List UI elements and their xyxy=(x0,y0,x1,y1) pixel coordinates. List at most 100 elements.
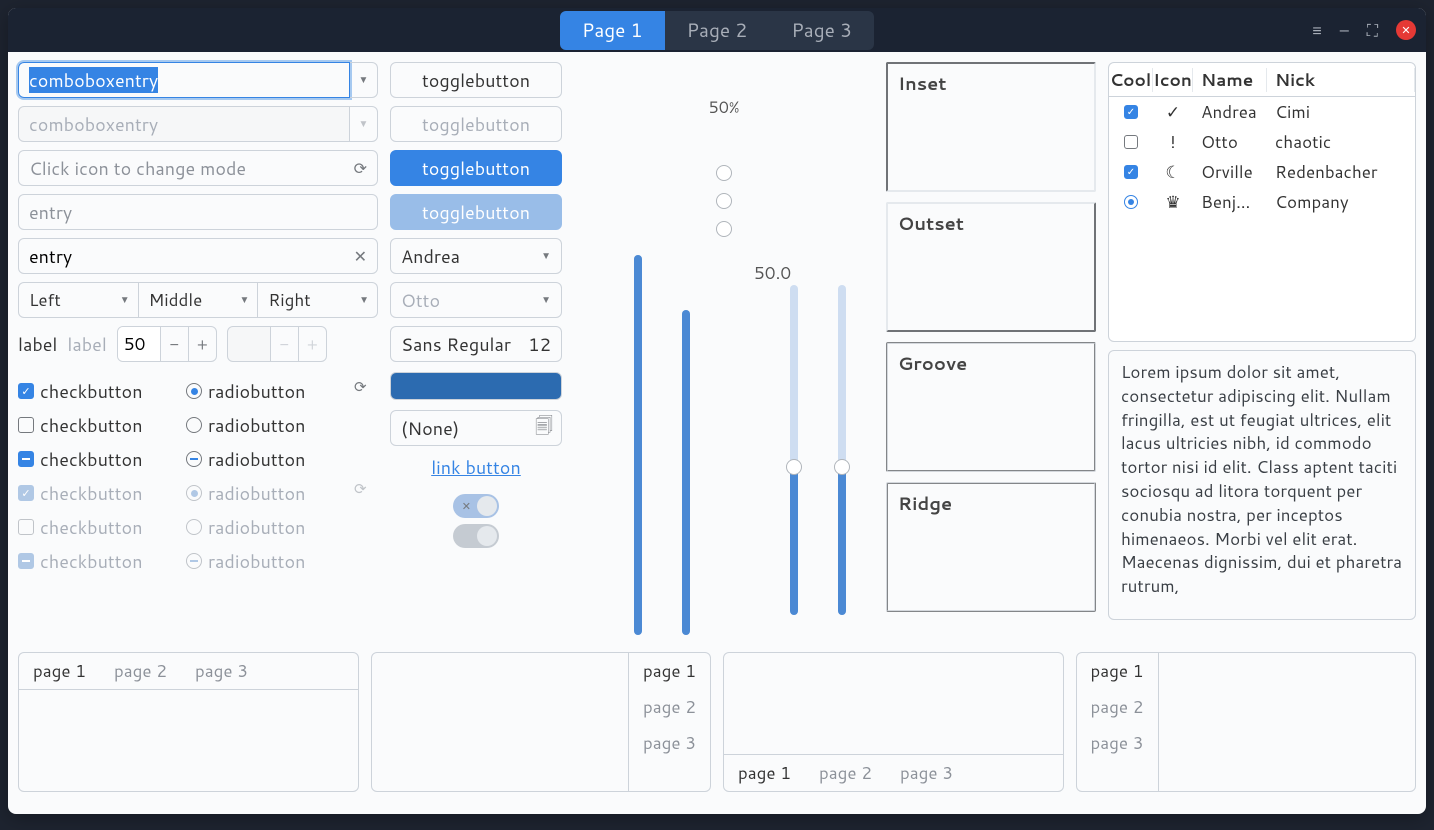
checkbutton-unchecked-disabled: checkbutton xyxy=(18,512,176,542)
frame-groove: Groove xyxy=(886,342,1096,472)
nb-tab[interactable]: page 3 xyxy=(886,755,967,791)
seg-middle[interactable]: Middle▼ xyxy=(139,282,259,318)
nb-tab[interactable]: page 1 xyxy=(629,653,710,689)
chevron-down-icon: ▼ xyxy=(359,293,369,307)
frame-inset: Inset xyxy=(886,62,1096,192)
radiobutton-dash-disabled: radiobutton xyxy=(186,546,344,576)
notebook-left-tabs: page 1 page 2 page 3 xyxy=(1076,652,1417,792)
switch-off[interactable]: ✕ xyxy=(453,524,499,548)
entry-input[interactable] xyxy=(29,199,367,225)
mode-entry[interactable]: ⟳ xyxy=(18,150,378,186)
spin-plus: + xyxy=(298,327,326,361)
entry-placeholder[interactable] xyxy=(18,194,378,230)
spinbutton[interactable]: − + xyxy=(117,326,217,362)
vslider-1[interactable] xyxy=(634,255,642,635)
comboboxentry-focused[interactable]: ▼ xyxy=(18,62,378,98)
spin-minus: − xyxy=(270,327,298,361)
nb-tab[interactable]: page 3 xyxy=(181,653,262,689)
table-row[interactable]: ✓✓AndreaCimi xyxy=(1109,97,1415,127)
th-cool[interactable]: Cool xyxy=(1109,68,1153,92)
seg-right[interactable]: Right▼ xyxy=(258,282,378,318)
vslider-2[interactable] xyxy=(682,310,690,635)
sync-icon[interactable]: ⟳ xyxy=(354,376,378,406)
chevron-down-icon: ▼ xyxy=(120,293,130,307)
vslider-3[interactable] xyxy=(790,285,798,615)
file-chooser[interactable]: (None)🗐 xyxy=(390,410,562,446)
radiobutton-checked[interactable]: radiobutton xyxy=(186,376,344,406)
checkbutton-checked[interactable]: ✓checkbutton xyxy=(18,376,176,406)
seg-left[interactable]: Left▼ xyxy=(18,282,139,318)
entry-input-value[interactable] xyxy=(29,243,354,269)
nb-tab[interactable]: page 2 xyxy=(629,689,710,725)
combobox-input-disabled xyxy=(18,106,350,142)
th-nick[interactable]: Nick xyxy=(1267,68,1415,92)
segmented-dropdown[interactable]: Left▼ Middle▼ Right▼ xyxy=(18,282,378,318)
close-icon[interactable]: ✕ xyxy=(1396,20,1416,40)
nb-tab[interactable]: page 1 xyxy=(724,755,805,791)
checkbutton-checked-disabled: ✓checkbutton xyxy=(18,478,176,508)
sync-icon: ⟳ xyxy=(354,478,378,508)
chevron-down-icon: ▼ xyxy=(541,293,551,307)
textview[interactable]: Lorem ipsum dolor sit amet, consectetur … xyxy=(1108,350,1416,620)
frame-outset: Outset xyxy=(886,202,1096,332)
refresh-icon[interactable]: ⟳ xyxy=(354,157,367,180)
spin-plus[interactable]: + xyxy=(188,327,216,361)
minimize-icon[interactable]: – xyxy=(1340,19,1349,42)
togglebutton-active[interactable]: togglebutton xyxy=(390,150,562,186)
font-chooser[interactable]: Sans Regular12 xyxy=(390,326,562,362)
spinbutton-disabled: − + xyxy=(227,326,327,362)
titlebar: Page 1 Page 2 Page 3 ≡ – ⛶ ✕ xyxy=(8,8,1426,52)
radiobutton-dash[interactable]: radiobutton xyxy=(186,444,344,474)
radiobutton-unchecked[interactable]: radiobutton xyxy=(186,410,344,440)
vslider-4[interactable] xyxy=(838,285,846,615)
header-tabs: Page 1 Page 2 Page 3 xyxy=(560,11,874,50)
chevron-down-icon: ▼ xyxy=(239,293,249,307)
nb-tab[interactable]: page 2 xyxy=(805,755,886,791)
combobox-input[interactable] xyxy=(18,62,350,98)
nb-tab[interactable]: page 3 xyxy=(1077,725,1158,761)
label-disabled: label xyxy=(67,331,106,357)
dropdown-otto: Otto▼ xyxy=(390,282,562,318)
notebook-top-tabs: page 1 page 2 page 3 xyxy=(18,652,359,792)
comboboxentry-disabled: ▼ xyxy=(18,106,378,142)
spin-input[interactable] xyxy=(118,327,160,361)
notebook-right-tabs: page 1 page 2 page 3 xyxy=(371,652,712,792)
entry-with-clear[interactable]: ✕ xyxy=(18,238,378,274)
vslider-label: 50.0 xyxy=(754,261,791,285)
mode-input[interactable] xyxy=(29,155,354,181)
togglebutton-disabled: togglebutton xyxy=(390,106,562,142)
link-button[interactable]: link button xyxy=(390,454,562,480)
table-row[interactable]: !Ottochaotic xyxy=(1109,127,1415,157)
togglebutton[interactable]: togglebutton xyxy=(390,62,562,98)
treeview[interactable]: Cool Icon Name Nick ✓✓AndreaCimi!Ottocha… xyxy=(1108,62,1416,342)
nb-tab[interactable]: page 1 xyxy=(1077,653,1158,689)
togglebutton-active-disabled: togglebutton xyxy=(390,194,562,230)
folder-icon: 🗐 xyxy=(535,412,553,444)
tab-page3[interactable]: Page 3 xyxy=(769,11,874,50)
notebook-bottom-tabs: page 1 page 2 page 3 xyxy=(723,652,1064,792)
table-row[interactable]: ✓☾OrvilleRedenbacher xyxy=(1109,157,1415,187)
dropdown-andrea[interactable]: Andrea▼ xyxy=(390,238,562,274)
nb-tab[interactable]: page 1 xyxy=(19,653,100,689)
checkbutton-unchecked[interactable]: checkbutton xyxy=(18,410,176,440)
chevron-down-icon[interactable]: ▼ xyxy=(350,62,378,98)
nb-tab[interactable]: page 2 xyxy=(100,653,181,689)
spin-input-disabled xyxy=(228,327,270,361)
radiobutton-unchecked-disabled: radiobutton xyxy=(186,512,344,542)
checkbutton-indeterminate[interactable]: checkbutton xyxy=(18,444,176,474)
radiobutton-checked-disabled: radiobutton xyxy=(186,478,344,508)
table-row[interactable]: ♛Benja…Company xyxy=(1109,187,1415,217)
tab-page2[interactable]: Page 2 xyxy=(665,11,770,50)
maximize-icon[interactable]: ⛶ xyxy=(1367,19,1378,42)
clear-icon[interactable]: ✕ xyxy=(354,245,367,268)
switch-on[interactable]: ✕ xyxy=(453,494,499,518)
nb-tab[interactable]: page 2 xyxy=(1077,689,1158,725)
menu-icon[interactable]: ≡ xyxy=(1312,19,1321,42)
th-icon[interactable]: Icon xyxy=(1153,68,1193,92)
spin-minus[interactable]: − xyxy=(160,327,188,361)
tab-page1[interactable]: Page 1 xyxy=(560,11,665,50)
th-name[interactable]: Name xyxy=(1193,68,1267,92)
color-chooser[interactable] xyxy=(390,372,562,400)
checkbutton-indet-disabled: checkbutton xyxy=(18,546,176,576)
nb-tab[interactable]: page 3 xyxy=(629,725,710,761)
